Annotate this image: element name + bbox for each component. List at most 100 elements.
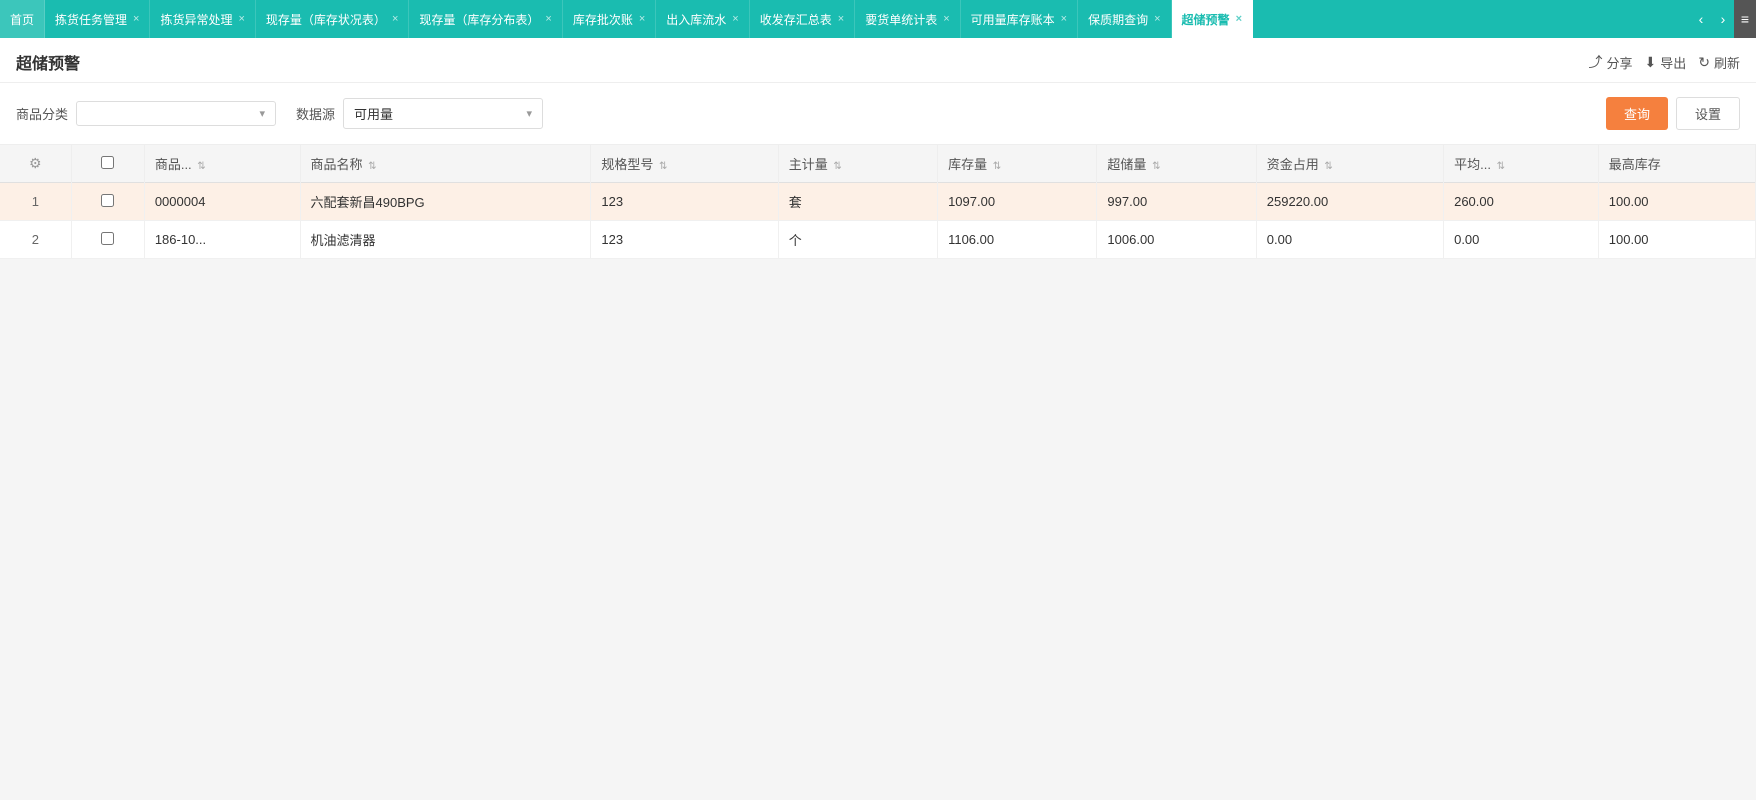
export-button[interactable]: ⬇ 导出 [1645, 53, 1687, 72]
product-code: 0000004 [144, 183, 300, 221]
nav-prev-button[interactable]: ‹ [1690, 0, 1712, 38]
table-row: 10000004六配套新昌490BPG123套1097.00997.002592… [0, 183, 1756, 221]
avg: 0.00 [1444, 221, 1599, 259]
close-tab-inventory-status[interactable]: × [392, 13, 398, 25]
nav-tab-avail-account[interactable]: 可用量库存账本× [961, 0, 1078, 38]
nav-tab-task-mgmt[interactable]: 拣货任务管理× [45, 0, 150, 38]
capital: 0.00 [1256, 221, 1443, 259]
spec: 123 [591, 221, 778, 259]
data-table: ⚙ 商品... ⇅ 商品名称 ⇅ 规格型号 ⇅ [0, 145, 1756, 259]
col-checkbox [71, 145, 144, 183]
unit: 套 [778, 183, 937, 221]
nav-tabs-container: 首页拣货任务管理×拣货异常处理×现存量（库存状况表）×现存量（库存分布表）×库存… [0, 0, 1690, 38]
sort-icon-product-name[interactable]: ⇅ [368, 161, 376, 172]
nav-tab-inventory-status[interactable]: 现存量（库存状况表）× [256, 0, 409, 38]
row-checkbox[interactable] [101, 232, 114, 245]
table-body: 10000004六配套新昌490BPG123套1097.00997.002592… [0, 183, 1756, 259]
row-checkbox-cell [71, 183, 144, 221]
close-tab-abnormal[interactable]: × [238, 13, 244, 25]
header-row: ⚙ 商品... ⇅ 商品名称 ⇅ 规格型号 ⇅ [0, 145, 1756, 183]
col-capital: 资金占用 ⇅ [1256, 145, 1443, 183]
sort-icon-product-code[interactable]: ⇅ [197, 161, 205, 172]
nav-tab-inventory-dist[interactable]: 现存量（库存分布表）× [409, 0, 562, 38]
nav-tab-quality-check[interactable]: 保质期查询× [1078, 0, 1171, 38]
share-button[interactable]: ⤴ 分享 [1588, 52, 1632, 72]
product-name: 机油滤清器 [300, 221, 591, 259]
col-product-code: 商品... ⇅ [144, 145, 300, 183]
nav-tab-home[interactable]: 首页 [0, 0, 45, 38]
sort-icon-spec[interactable]: ⇅ [659, 161, 667, 172]
category-dropdown-icon: ▾ [259, 107, 265, 120]
close-tab-collect-send[interactable]: × [838, 13, 844, 25]
refresh-button[interactable]: ↻ 刷新 [1698, 53, 1740, 72]
nav-tab-overstock-alert[interactable]: 超储预警× [1172, 0, 1253, 38]
nav-tab-order-stats[interactable]: 要货单统计表× [855, 0, 960, 38]
close-tab-quality-check[interactable]: × [1154, 13, 1160, 25]
row-checkbox[interactable] [101, 194, 114, 207]
col-spec: 规格型号 ⇅ [591, 145, 778, 183]
col-settings: ⚙ [0, 145, 71, 183]
nav-more-button[interactable]: ≡ [1734, 0, 1756, 38]
datasource-filter-group: 数据源 可用量 ▾ [296, 98, 543, 129]
spec: 123 [591, 183, 778, 221]
nav-tab-collect-send[interactable]: 收发存汇总表× [750, 0, 855, 38]
row-num: 2 [0, 221, 71, 259]
col-avg: 平均... ⇅ [1444, 145, 1599, 183]
sort-icon-unit[interactable]: ⇅ [833, 161, 841, 172]
sort-icon-capital[interactable]: ⇅ [1324, 161, 1332, 172]
max-stock: 100.00 [1598, 183, 1755, 221]
close-tab-avail-account[interactable]: × [1061, 13, 1067, 25]
category-filter-group: 商品分类 ▾ [16, 101, 276, 126]
stock: 1106.00 [938, 221, 1097, 259]
close-tab-task-mgmt[interactable]: × [133, 13, 139, 25]
nav-tab-batch[interactable]: 库存批次账× [563, 0, 656, 38]
header-actions: ⤴ 分享 ⬇ 导出 ↻ 刷新 [1588, 52, 1740, 72]
nav-tab-inout-flow[interactable]: 出入库流水× [656, 0, 749, 38]
share-icon: ⤴ [1588, 52, 1602, 72]
gear-icon[interactable]: ⚙ [29, 155, 42, 171]
max-stock: 100.00 [1598, 221, 1755, 259]
refresh-label: 刷新 [1714, 53, 1740, 72]
datasource-value: 可用量 [354, 104, 393, 123]
col-max-stock: 最高库存 [1598, 145, 1755, 183]
table-header: ⚙ 商品... ⇅ 商品名称 ⇅ 规格型号 ⇅ [0, 145, 1756, 183]
avg: 260.00 [1444, 183, 1599, 221]
col-unit: 主计量 ⇅ [778, 145, 937, 183]
close-tab-overstock-alert[interactable]: × [1236, 13, 1242, 25]
settings-button[interactable]: 设置 [1676, 97, 1740, 130]
category-label: 商品分类 [16, 104, 68, 123]
col-stock: 库存量 ⇅ [938, 145, 1097, 183]
nav-next-button[interactable]: › [1712, 0, 1734, 38]
close-tab-order-stats[interactable]: × [943, 13, 949, 25]
sort-icon-avg[interactable]: ⇅ [1497, 161, 1505, 172]
datasource-select[interactable]: 可用量 ▾ [343, 98, 543, 129]
top-nav: 首页拣货任务管理×拣货异常处理×现存量（库存状况表）×现存量（库存分布表）×库存… [0, 0, 1756, 38]
share-label: 分享 [1606, 53, 1632, 72]
query-button[interactable]: 查询 [1606, 97, 1668, 130]
stock: 1097.00 [938, 183, 1097, 221]
select-all-checkbox[interactable] [101, 156, 114, 169]
close-tab-inout-flow[interactable]: × [732, 13, 738, 25]
nav-tab-abnormal[interactable]: 拣货异常处理× [150, 0, 255, 38]
row-num: 1 [0, 183, 71, 221]
page-title: 超储预警 [16, 50, 80, 74]
page-header: 超储预警 ⤴ 分享 ⬇ 导出 ↻ 刷新 [0, 38, 1756, 83]
table-container: ⚙ 商品... ⇅ 商品名称 ⇅ 规格型号 ⇅ [0, 145, 1756, 259]
datasource-dropdown-icon: ▾ [527, 107, 533, 120]
export-label: 导出 [1660, 53, 1686, 72]
table-row: 2186-10...机油滤清器123个1106.001006.000.000.0… [0, 221, 1756, 259]
page-container: 超储预警 ⤴ 分享 ⬇ 导出 ↻ 刷新 商品分类 ▾ 数据源 [0, 38, 1756, 259]
filter-area: 商品分类 ▾ 数据源 可用量 ▾ 查询 设置 [0, 83, 1756, 145]
unit: 个 [778, 221, 937, 259]
refresh-icon: ↻ [1698, 54, 1710, 71]
export-icon: ⬇ [1645, 54, 1657, 71]
overstock: 1006.00 [1097, 221, 1256, 259]
sort-icon-stock[interactable]: ⇅ [993, 161, 1001, 172]
close-tab-inventory-dist[interactable]: × [545, 13, 551, 25]
capital: 259220.00 [1256, 183, 1443, 221]
category-select[interactable]: ▾ [76, 101, 276, 126]
sort-icon-overstock[interactable]: ⇅ [1152, 161, 1160, 172]
row-checkbox-cell [71, 221, 144, 259]
col-overstock: 超储量 ⇅ [1097, 145, 1256, 183]
close-tab-batch[interactable]: × [639, 13, 645, 25]
